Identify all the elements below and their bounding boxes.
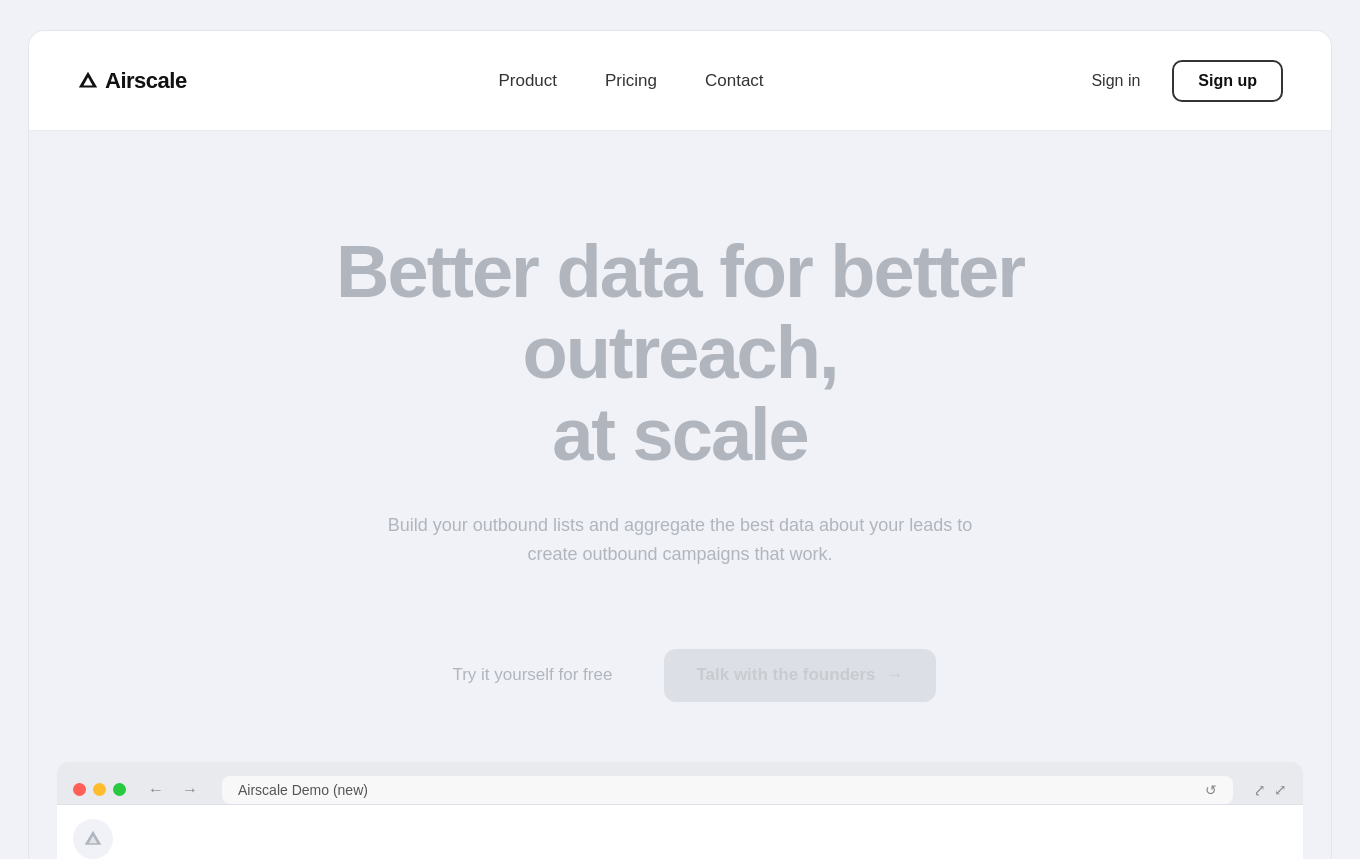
browser-mockup: ← → Airscale Demo (new) ↺ ⤤ ⤢: [29, 762, 1331, 859]
browser-content-icon: [73, 819, 113, 859]
hero-section: Better data for better outreach, at scal…: [29, 131, 1331, 762]
browser-action-buttons: ⤤ ⤢: [1253, 781, 1287, 799]
signin-button[interactable]: Sign in: [1075, 64, 1156, 98]
try-free-button[interactable]: Try it yourself for free: [424, 651, 640, 699]
browser-expand-button[interactable]: ⤢: [1274, 781, 1287, 799]
logo[interactable]: Airscale: [77, 68, 187, 94]
nav-links: Product Pricing Contact: [498, 71, 763, 91]
browser-address-text: Airscale Demo (new): [238, 782, 368, 798]
navbar: Airscale Product Pricing Contact Sign in…: [29, 31, 1331, 131]
dot-red[interactable]: [73, 783, 86, 796]
browser-external-button[interactable]: ⤤: [1253, 781, 1266, 799]
logo-icon: [77, 70, 99, 92]
nav-link-pricing[interactable]: Pricing: [605, 71, 657, 91]
browser-back-button[interactable]: ←: [144, 779, 168, 801]
logo-text: Airscale: [105, 68, 187, 94]
dot-green[interactable]: [113, 783, 126, 796]
browser-dots: [73, 783, 126, 796]
signup-button[interactable]: Sign up: [1172, 60, 1283, 102]
talk-founders-label: Talk with the founders: [696, 665, 875, 685]
browser-chrome: ← → Airscale Demo (new) ↺ ⤤ ⤢: [57, 762, 1303, 804]
nav-link-contact[interactable]: Contact: [705, 71, 764, 91]
hero-title-line2: at scale: [552, 393, 808, 476]
hero-title: Better data for better outreach, at scal…: [230, 231, 1130, 475]
browser-content: [57, 804, 1303, 859]
browser-top-bar: ← → Airscale Demo (new) ↺ ⤤ ⤢: [73, 776, 1287, 804]
hero-actions: Try it yourself for free Talk with the f…: [424, 649, 935, 702]
nav-link-product[interactable]: Product: [498, 71, 557, 91]
nav-actions: Sign in Sign up: [1075, 60, 1283, 102]
browser-nav-buttons: ← →: [144, 779, 202, 801]
talk-founders-arrow: →: [886, 665, 904, 686]
browser-address-bar[interactable]: Airscale Demo (new) ↺: [222, 776, 1233, 804]
browser-forward-button[interactable]: →: [178, 779, 202, 801]
talk-founders-button[interactable]: Talk with the founders →: [664, 649, 935, 702]
hero-title-line1: Better data for better outreach,: [336, 230, 1024, 394]
browser-reload-button[interactable]: ↺: [1205, 782, 1217, 798]
dot-yellow[interactable]: [93, 783, 106, 796]
hero-subtitle: Build your outbound lists and aggregate …: [380, 511, 980, 569]
